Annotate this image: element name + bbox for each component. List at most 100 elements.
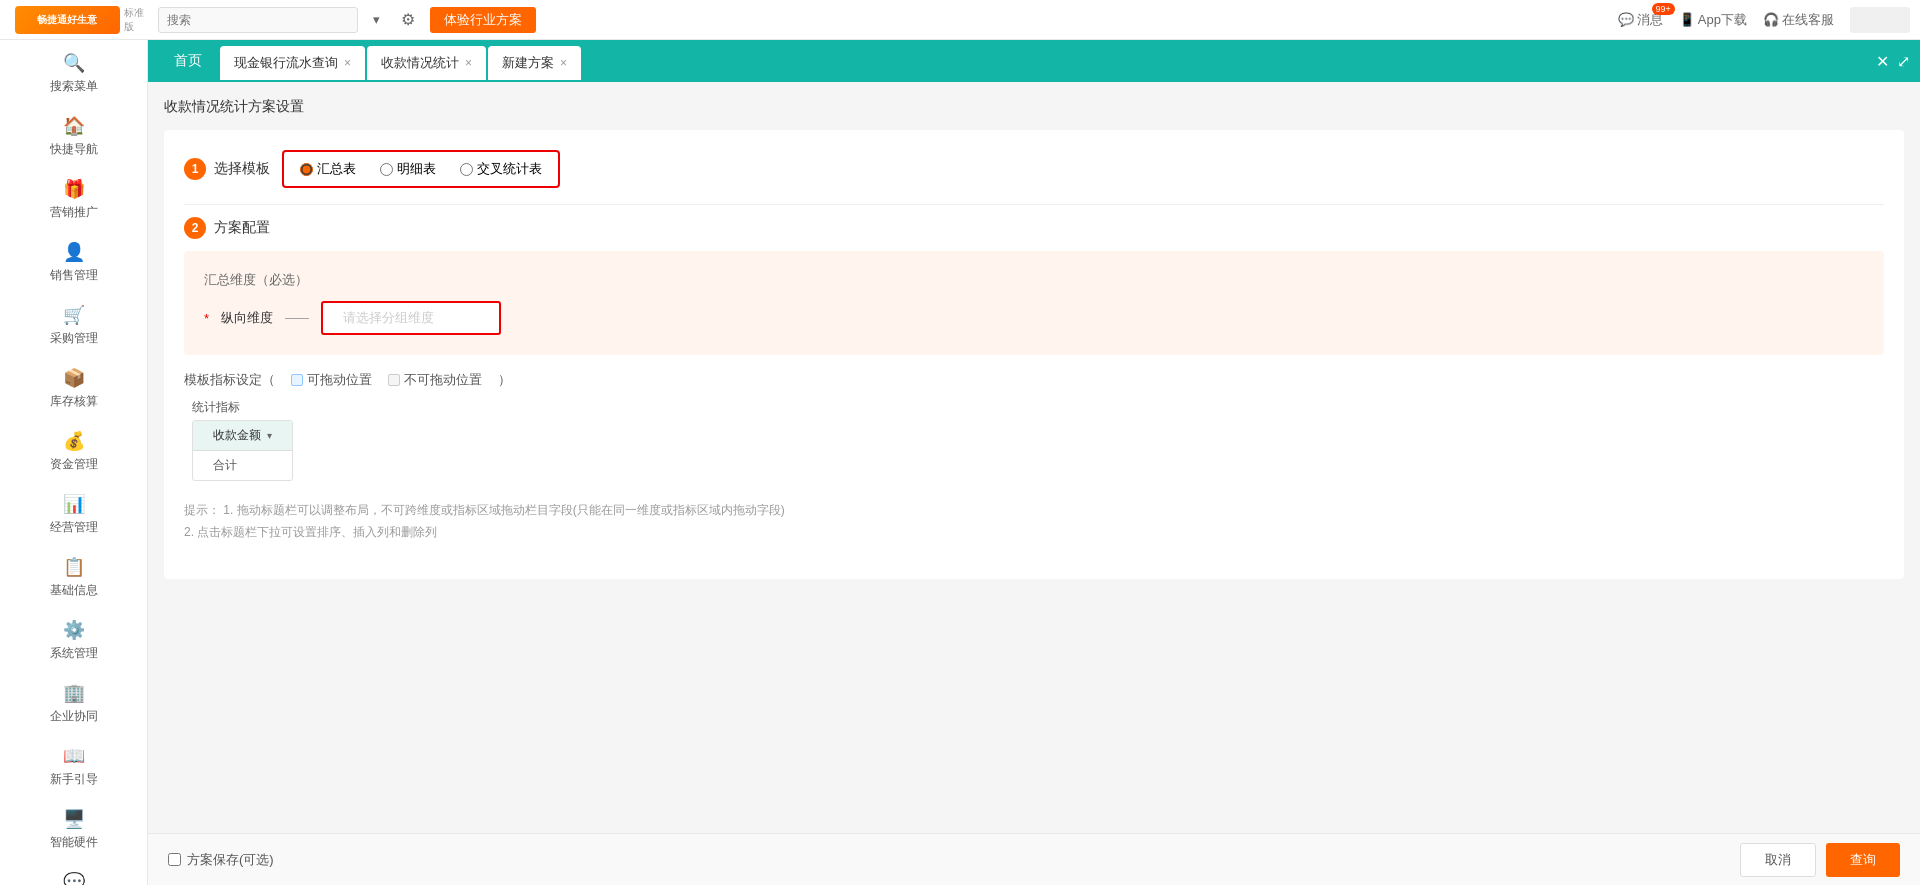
tab-close-icon[interactable]: × [560, 56, 567, 70]
settings-icon[interactable]: ⚙ [394, 6, 422, 34]
sidebar-item-label: 经营管理 [50, 519, 98, 536]
metrics-grid: 收款金额 ▾ 合计 [192, 420, 293, 481]
enterprise-icon: 🏢 [63, 682, 85, 704]
wechat-icon: 💬 [63, 871, 85, 885]
sidebar-item-quick-nav[interactable]: 🏠 快捷导航 [0, 103, 147, 166]
cancel-button[interactable]: 取消 [1740, 843, 1816, 877]
tab-home[interactable]: 首页 [158, 44, 218, 78]
divider1 [184, 204, 1884, 205]
step1-title: 选择模板 [214, 160, 270, 178]
arrow-separator: —— [285, 311, 309, 325]
sidebar-item-system[interactable]: ⚙️ 系统管理 [0, 607, 147, 670]
dimension-placeholder: 请选择分组维度 [343, 310, 434, 325]
sidebar-item-search-menu[interactable]: 🔍 搜索菜单 [0, 40, 147, 103]
draggable-tag: 可拖动位置 [291, 371, 372, 389]
logo-image: 畅捷通好生意 [15, 6, 120, 34]
app-logo: 畅捷通好生意 标准版 [10, 0, 150, 39]
sidebar-item-label: 销售管理 [50, 267, 98, 284]
sidebar-item-label: 系统管理 [50, 645, 98, 662]
sidebar-item-label: 企业协同 [50, 708, 98, 725]
dimension-section-label: 汇总维度（必选） [204, 271, 1864, 289]
tab-close-icon[interactable]: × [344, 56, 351, 70]
drag-dot-blue [291, 374, 303, 386]
sidebar-item-label: 新手引导 [50, 771, 98, 788]
tab-cash-query[interactable]: 现金银行流水查询 × [220, 46, 365, 80]
tab-label: 现金银行流水查询 [234, 54, 338, 72]
sidebar-item-label: 库存核算 [50, 393, 98, 410]
step1-section: 1 选择模板 汇总表 明细表 [184, 150, 1884, 188]
service-label: 在线客服 [1782, 11, 1834, 29]
message-button[interactable]: 💬 消息 99+ [1618, 11, 1663, 29]
sidebar-item-inventory[interactable]: 📦 库存核算 [0, 355, 147, 418]
top-bar-right: 💬 消息 99+ 📱 App下载 🎧 在线客服 [1618, 7, 1910, 33]
trial-button[interactable]: 体验行业方案 [430, 7, 536, 33]
sidebar-item-purchase[interactable]: 🛒 采购管理 [0, 292, 147, 355]
page-title: 收款情况统计方案设置 [164, 98, 1904, 116]
window-maximize-icon[interactable]: ⤢ [1897, 52, 1910, 71]
required-star: * [204, 311, 209, 326]
step2-header: 2 方案配置 [184, 217, 1884, 239]
service-button[interactable]: 🎧 在线客服 [1763, 11, 1834, 29]
sidebar-item-enterprise[interactable]: 🏢 企业协同 [0, 670, 147, 733]
sidebar-item-finance[interactable]: 💰 资金管理 [0, 418, 147, 481]
sidebar-item-label: 基础信息 [50, 582, 98, 599]
page-content: 收款情况统计方案设置 1 选择模板 汇总表 [148, 82, 1920, 833]
step2-number: 2 [184, 217, 206, 239]
col-body-label: 合计 [213, 458, 237, 472]
query-button[interactable]: 查询 [1826, 843, 1900, 877]
radio-cross[interactable]: 交叉统计表 [460, 160, 542, 178]
content-area: 首页 现金银行流水查询 × 收款情况统计 × 新建方案 × ✕ ⤢ 收款情况统计… [148, 40, 1920, 885]
radio-cross-label: 交叉统计表 [477, 160, 542, 178]
search-input[interactable] [158, 7, 358, 33]
app-version: 标准版 [124, 6, 150, 34]
search-dropdown-icon[interactable]: ▾ [366, 10, 386, 30]
radio-detail[interactable]: 明细表 [380, 160, 436, 178]
basic-info-icon: 📋 [63, 556, 85, 578]
logo-text: 畅捷通好生意 [37, 13, 97, 27]
sidebar-item-wechat[interactable]: 💬 企业微信 [0, 859, 147, 885]
radio-summary[interactable]: 汇总表 [300, 160, 356, 178]
dimension-box: 汇总维度（必选） * 纵向维度 —— 请选择分组维度 [184, 251, 1884, 355]
finance-icon: 💰 [63, 430, 85, 452]
guide-icon: 📖 [63, 745, 85, 767]
radio-summary-input[interactable] [300, 163, 313, 176]
tab-close-icon[interactable]: × [465, 56, 472, 70]
tab-collection-stats[interactable]: 收款情况统计 × [367, 46, 486, 80]
sidebar-item-label: 营销推广 [50, 204, 98, 221]
step2-section: 2 方案配置 汇总维度（必选） * 纵向维度 —— 请选择分组维度 [184, 217, 1884, 543]
radio-detail-input[interactable] [380, 163, 393, 176]
inventory-icon: 📦 [63, 367, 85, 389]
sidebar-item-label: 采购管理 [50, 330, 98, 347]
download-button[interactable]: 📱 App下载 [1679, 11, 1747, 29]
sidebar-item-hardware[interactable]: 🖥️ 智能硬件 [0, 796, 147, 859]
sidebar-item-marketing[interactable]: 🎁 营销推广 [0, 166, 147, 229]
tab-new-plan[interactable]: 新建方案 × [488, 46, 581, 80]
quick-nav-icon: 🏠 [63, 115, 85, 137]
drag-label: 可拖动位置 [307, 371, 372, 389]
save-checkbox[interactable] [168, 853, 181, 866]
sales-icon: 👤 [63, 241, 85, 263]
chevron-down-icon[interactable]: ▾ [267, 430, 272, 441]
tip-line2: 2. 点击标题栏下拉可设置排序、插入列和删除列 [184, 522, 1884, 544]
sidebar-item-basic-info[interactable]: 📋 基础信息 [0, 544, 147, 607]
footer-buttons: 取消 查询 [1740, 843, 1900, 877]
sidebar-item-sales[interactable]: 👤 销售管理 [0, 229, 147, 292]
sidebar-item-label: 搜索菜单 [50, 78, 98, 95]
hardware-icon: 🖥️ [63, 808, 85, 830]
metrics-table-wrapper: 统计指标 收款金额 ▾ 合计 [192, 399, 1884, 484]
user-avatar[interactable] [1850, 7, 1910, 33]
radio-cross-input[interactable] [460, 163, 473, 176]
metrics-header-row: 模板指标设定（ 可拖动位置 不可拖动位置 ） [184, 371, 1884, 389]
metrics-section: 模板指标设定（ 可拖动位置 不可拖动位置 ） [184, 371, 1884, 484]
dimension-select[interactable]: 请选择分组维度 [321, 301, 501, 335]
sidebar-item-operations[interactable]: 📊 经营管理 [0, 481, 147, 544]
download-icon: 📱 [1679, 12, 1695, 27]
top-bar: 畅捷通好生意 标准版 ▾ ⚙ 体验行业方案 💬 消息 99+ 📱 App下载 🎧… [0, 0, 1920, 40]
template-radio-group: 汇总表 明细表 交叉统计表 [282, 150, 560, 188]
sidebar-item-guide[interactable]: 📖 新手引导 [0, 733, 147, 796]
tab-bar-right-controls: ✕ ⤢ [1876, 52, 1910, 71]
window-close-icon[interactable]: ✕ [1876, 52, 1889, 71]
operations-icon: 📊 [63, 493, 85, 515]
tips-section: 提示： 1. 拖动标题栏可以调整布局，不可跨维度或指标区域拖动栏目字段(只能在同… [184, 500, 1884, 543]
dimension-row: * 纵向维度 —— 请选择分组维度 [204, 301, 1864, 335]
